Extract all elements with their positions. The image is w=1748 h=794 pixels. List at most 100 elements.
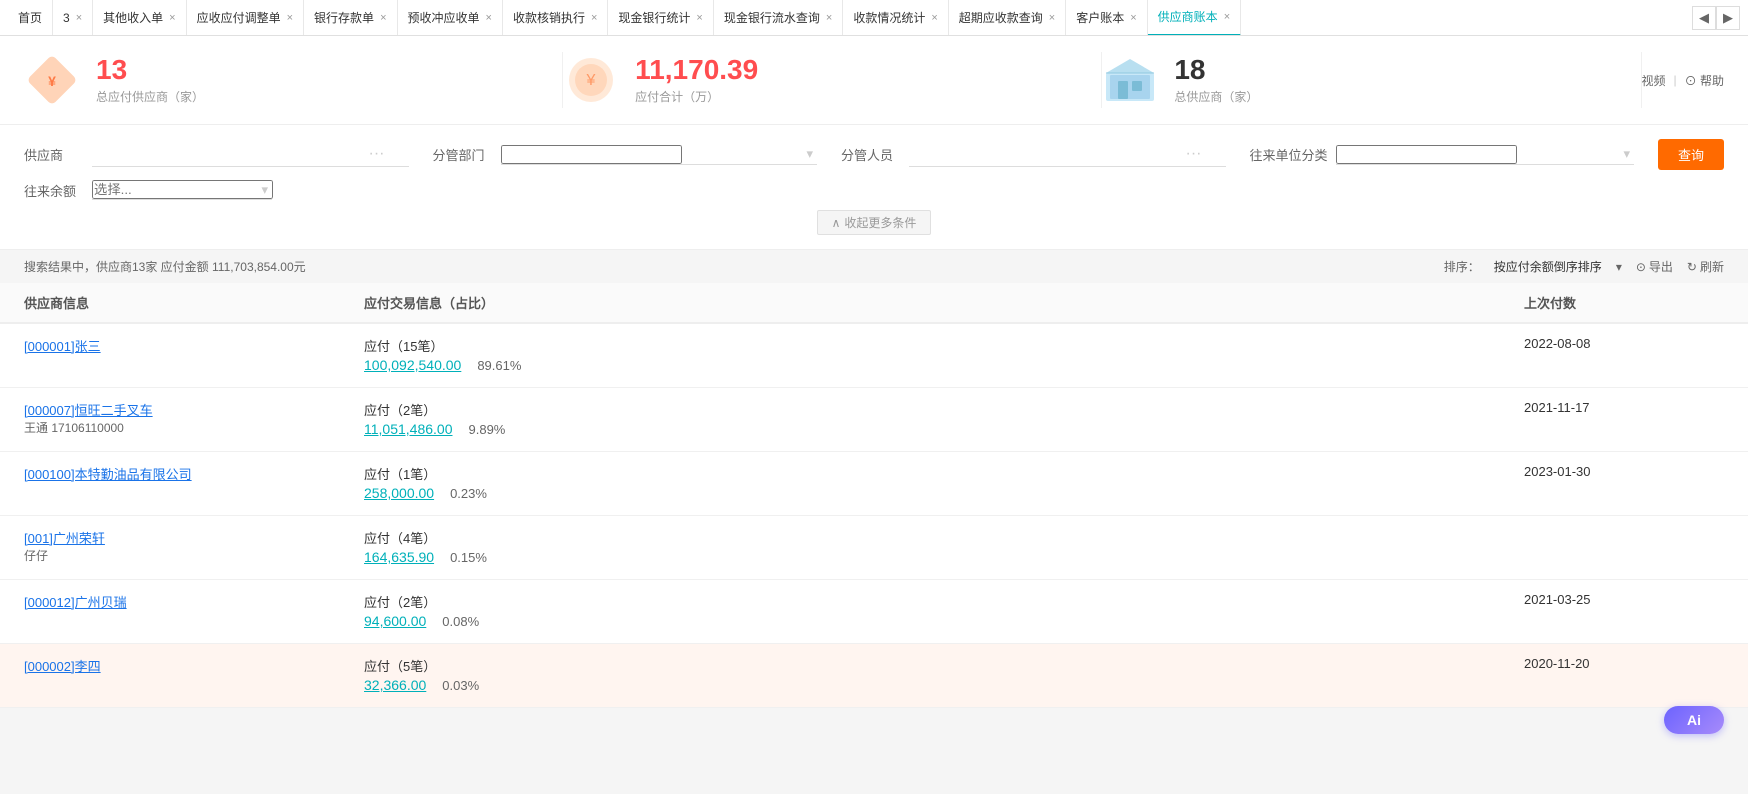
- stats-header: ¥ 13 总应付供应商（家） ¥ 11,170.39 应付合计（万）: [0, 36, 1748, 125]
- nav-tab-customer-account[interactable]: 客户账本 ×: [1066, 0, 1147, 36]
- nav-prev-arrow[interactable]: ◀: [1692, 6, 1716, 30]
- export-button[interactable]: ⊙ 导出: [1636, 258, 1673, 275]
- table-row: [000100]本特勤油品有限公司 应付（1笔） 258,000.00 0.23…: [0, 452, 1748, 516]
- nav-tab-collection-stats[interactable]: 收款情况统计 ×: [843, 0, 948, 36]
- tx-amount-link[interactable]: 258,000.00: [364, 485, 434, 501]
- tx-amount-link[interactable]: 94,600.00: [364, 613, 426, 629]
- unit-category-input[interactable]: [1336, 145, 1517, 164]
- nav-tab-3[interactable]: 3 ×: [53, 0, 93, 36]
- close-icon[interactable]: ×: [287, 12, 293, 24]
- header-lastpay: 上次付数: [1524, 293, 1724, 312]
- person-input-wrap: ···: [909, 143, 1226, 167]
- supplier-info: [001]广州荣轩 仔仔: [24, 528, 364, 564]
- table-row: [000001]张三 应付（15笔） 100,092,540.00 89.61%…: [0, 324, 1748, 388]
- table-row: [000002]李四 应付（5笔） 32,366.00 0.03% 2020-1…: [0, 644, 1748, 708]
- supplier-link[interactable]: [000007]恒旺二手叉车: [24, 400, 364, 419]
- close-icon[interactable]: ×: [591, 12, 597, 24]
- nav-tab-overdue-query[interactable]: 超期应收款查询 ×: [949, 0, 1066, 36]
- close-icon[interactable]: ×: [380, 12, 386, 24]
- transaction-info: 应付（2笔） 11,051,486.00 9.89%: [364, 400, 1524, 439]
- close-icon[interactable]: ×: [169, 12, 175, 24]
- transaction-info: 应付（1笔） 258,000.00 0.23%: [364, 464, 1524, 503]
- balance-select[interactable]: [92, 180, 273, 199]
- filter-unit-category: 往来单位分类 ▾: [1250, 145, 1635, 165]
- unit-category-chevron-icon[interactable]: ▾: [1623, 146, 1630, 162]
- lastpay-info: 2021-03-25: [1524, 592, 1724, 607]
- ai-badge[interactable]: Ai: [1664, 706, 1724, 734]
- svg-text:¥: ¥: [48, 73, 56, 89]
- tx-amount-link[interactable]: 100,092,540.00: [364, 357, 461, 373]
- supplier-input[interactable]: [92, 143, 409, 166]
- sort-chevron-icon[interactable]: ▾: [1616, 260, 1622, 274]
- person-dots-icon[interactable]: ···: [1186, 145, 1202, 163]
- nav-tab-supplier-account[interactable]: 供应商账本 ×: [1148, 0, 1241, 36]
- lastpay-info: 2023-01-30: [1524, 464, 1724, 479]
- total-suppliers-label: 总供应商（家）: [1174, 88, 1258, 105]
- close-icon[interactable]: ×: [696, 12, 702, 24]
- header-supplier: 供应商信息: [24, 293, 364, 312]
- results-summary: 搜索结果中，供应商13家 应付金额 111,703,854.00元: [24, 258, 306, 275]
- filter-supplier: 供应商 ···: [24, 143, 409, 167]
- ap-suppliers-label: 总应付供应商（家）: [96, 88, 204, 105]
- lastpay-info: 2021-11-17: [1524, 400, 1724, 415]
- svg-text:¥: ¥: [586, 72, 596, 89]
- supplier-link[interactable]: [000002]李四: [24, 656, 364, 675]
- collapse-up-icon: ∧: [832, 216, 841, 230]
- collapse-bar: ∧ 收起更多条件: [24, 210, 1724, 235]
- video-link[interactable]: 视频: [1642, 72, 1666, 89]
- nav-tab-cash-bank-flow[interactable]: 现金银行流水查询 ×: [714, 0, 843, 36]
- query-button[interactable]: 查询: [1658, 139, 1724, 170]
- help-link[interactable]: ⊙ 帮助: [1685, 72, 1724, 89]
- diamond-icon: ¥: [24, 52, 80, 108]
- table-row: [000012]广州贝瑞 应付（2笔） 94,600.00 0.08% 2021…: [0, 580, 1748, 644]
- supplier-info: [000012]广州贝瑞: [24, 592, 364, 611]
- close-icon[interactable]: ×: [76, 12, 82, 24]
- filter-row-2: 往来余额 ▾: [24, 180, 1724, 200]
- dept-input[interactable]: [501, 145, 682, 164]
- balance-select-wrap: ▾: [92, 180, 272, 200]
- person-filter-label: 分管人员: [841, 145, 901, 164]
- nav-tab-collection-verify[interactable]: 收款核销执行 ×: [503, 0, 608, 36]
- close-icon[interactable]: ×: [1130, 12, 1136, 24]
- coin-icon: ¥: [563, 52, 619, 108]
- close-icon[interactable]: ×: [486, 12, 492, 24]
- refresh-button[interactable]: ↻ 刷新: [1687, 258, 1724, 275]
- tx-amount-link[interactable]: 32,366.00: [364, 677, 426, 693]
- balance-chevron-icon[interactable]: ▾: [261, 182, 268, 198]
- nav-tab-cash-bank-stats[interactable]: 现金银行统计 ×: [608, 0, 713, 36]
- supplier-link[interactable]: [001]广州荣轩: [24, 528, 364, 547]
- close-icon[interactable]: ×: [931, 12, 937, 24]
- nav-next-arrow[interactable]: ▶: [1716, 6, 1740, 30]
- results-bar: 搜索结果中，供应商13家 应付金额 111,703,854.00元 排序： 按应…: [0, 250, 1748, 283]
- supplier-info: [000001]张三: [24, 336, 364, 355]
- transaction-info: 应付（4笔） 164,635.90 0.15%: [364, 528, 1524, 567]
- supplier-dots-icon[interactable]: ···: [369, 145, 385, 163]
- export-icon: ⊙: [1636, 260, 1646, 274]
- top-navigation: 首页 3 × 其他收入单 × 应收应付调整单 × 银行存款单 × 预收冲应收单 …: [0, 0, 1748, 36]
- tx-amount-link[interactable]: 11,051,486.00: [364, 421, 453, 437]
- table-header: 供应商信息 应付交易信息（占比） 上次付数: [0, 283, 1748, 324]
- tx-amount-link[interactable]: 164,635.90: [364, 549, 434, 565]
- nav-tab-home[interactable]: 首页: [8, 0, 53, 36]
- dept-chevron-icon[interactable]: ▾: [806, 146, 813, 162]
- dept-select-wrap: ▾: [501, 145, 818, 165]
- nav-tab-other-income[interactable]: 其他收入单 ×: [93, 0, 186, 36]
- nav-tab-ap-adjust[interactable]: 应收应付调整单 ×: [187, 0, 304, 36]
- supplier-link[interactable]: [000001]张三: [24, 336, 364, 355]
- table-row: [000007]恒旺二手叉车 王通 17106110000 应付（2笔） 11,…: [0, 388, 1748, 452]
- nav-tab-bank-deposit[interactable]: 银行存款单 ×: [304, 0, 397, 36]
- filter-dept: 分管部门 ▾: [433, 145, 818, 165]
- sort-prefix: 排序：: [1444, 258, 1480, 275]
- main-table: 供应商信息 应付交易信息（占比） 上次付数 [000001]张三 应付（15笔）…: [0, 283, 1748, 708]
- supplier-link[interactable]: [000012]广州贝瑞: [24, 592, 364, 611]
- supplier-link[interactable]: [000100]本特勤油品有限公司: [24, 464, 364, 483]
- close-icon[interactable]: ×: [826, 12, 832, 24]
- ap-suppliers-count: 13: [96, 56, 204, 84]
- lastpay-info: 2020-11-20: [1524, 656, 1724, 671]
- nav-tab-advance-offset[interactable]: 预收冲应收单 ×: [398, 0, 503, 36]
- sort-value[interactable]: 按应付余额倒序排序: [1494, 258, 1602, 275]
- collapse-button[interactable]: ∧ 收起更多条件: [817, 210, 932, 235]
- close-icon[interactable]: ×: [1049, 12, 1055, 24]
- close-icon[interactable]: ×: [1224, 11, 1230, 23]
- person-input[interactable]: [909, 143, 1226, 166]
